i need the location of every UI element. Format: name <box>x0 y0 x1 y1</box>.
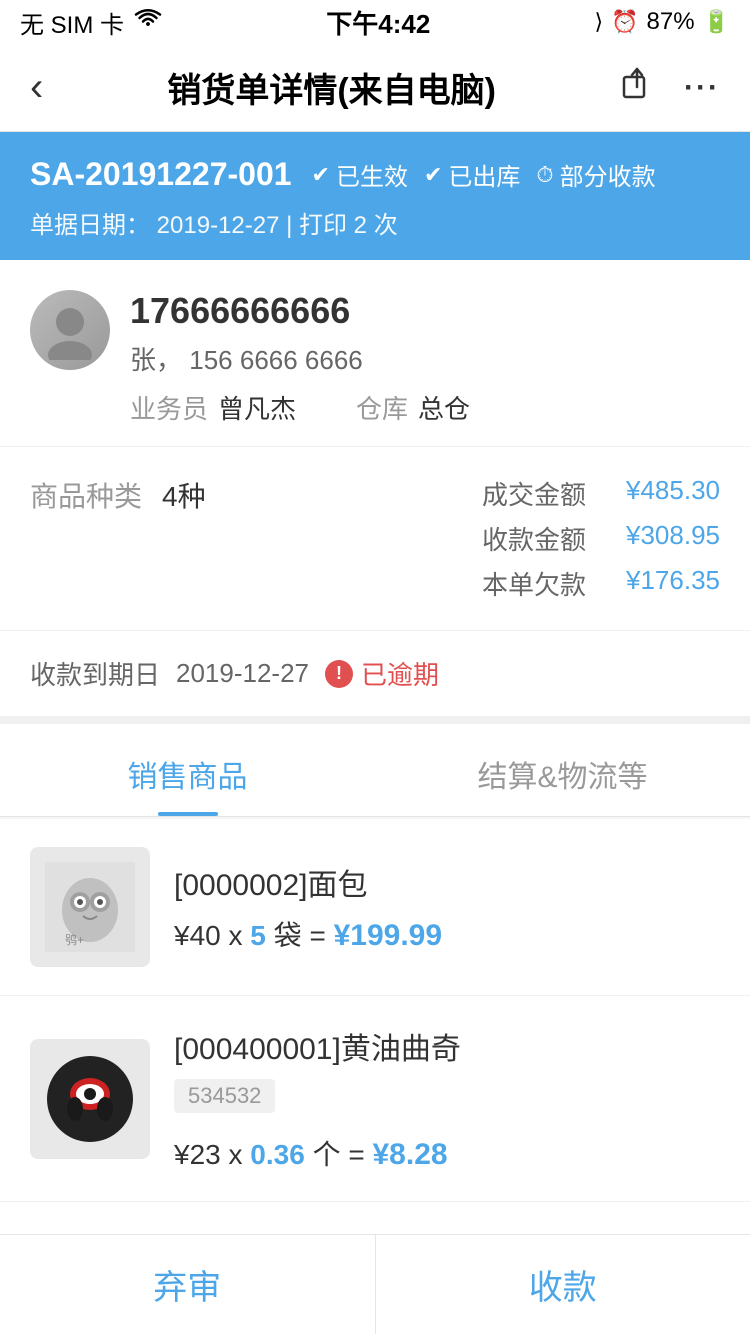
debt-label: 本单欠款 <box>482 565 586 602</box>
list-item: 鸮+ [0000002]面包 ¥40 x 5 袋 = ¥199.99 <box>0 819 750 996</box>
battery-text: 87% <box>647 8 695 36</box>
tab-products[interactable]: 销售商品 <box>0 724 375 816</box>
salesman-value: 曾凡杰 <box>218 389 296 426</box>
confirm-button[interactable]: 收款 <box>376 1235 750 1334</box>
status-bar: 无 SIM 卡 下午4:42 ⟩ ⏰ 87% 🔋 <box>0 0 750 44</box>
due-date: 2019-12-27 <box>176 658 309 689</box>
status-badges: ✔ 已生效 ✔ 已出库 ⏱ 部分收款 <box>312 157 656 192</box>
product-info-1: [0000002]面包 ¥40 x 5 袋 = ¥199.99 <box>174 860 720 954</box>
status-partial-payment: ⏱ 部分收款 <box>536 157 655 192</box>
print-info: | <box>286 212 299 239</box>
customer-section: 17666666666 张， 156 6666 6666 业务员 曾凡杰 仓库 … <box>0 260 750 447</box>
salesman-label: 业务员 <box>130 389 208 426</box>
page-title: 销货单详情(来自电脑) <box>167 63 496 112</box>
customer-avatar <box>30 290 110 370</box>
status-shipped: ✔ 已出库 <box>424 157 520 192</box>
types-count: 4种 <box>162 475 206 515</box>
salesman-meta: 业务员 曾凡杰 <box>130 389 296 426</box>
due-section: 收款到期日 2019-12-27 ! 已逾期 <box>0 631 750 724</box>
amount-label: 成交金额 <box>482 475 586 512</box>
order-id: SA-20191227-001 <box>30 156 292 193</box>
product-name-2: [000400001]黄油曲奇 <box>174 1024 720 1068</box>
due-label: 收款到期日 <box>30 655 160 692</box>
customer-meta: 业务员 曾凡杰 仓库 总仓 <box>130 389 720 426</box>
product-image-2 <box>30 1039 150 1159</box>
warehouse-value: 总仓 <box>418 389 470 426</box>
svg-text:鸮+: 鸮+ <box>65 932 84 947</box>
overdue-text: 已逾期 <box>361 655 439 692</box>
customer-id: 17666666666 <box>130 290 720 332</box>
stats-section: 商品种类 4种 成交金额 ¥485.30 收款金额 ¥308.95 本单欠款 ¥… <box>0 447 750 631</box>
product-qty-1: 5 <box>250 920 266 951</box>
stats-right: 成交金额 ¥485.30 收款金额 ¥308.95 本单欠款 ¥176.35 <box>482 475 720 602</box>
tabs-section: 销售商品 结算&物流等 <box>0 724 750 817</box>
sim-status: 无 SIM 卡 <box>20 5 124 40</box>
tab-settlement[interactable]: 结算&物流等 <box>375 724 750 816</box>
customer-name: 张 <box>130 345 156 375</box>
check-icon-1: ✔ <box>312 162 330 188</box>
location-icon: ⟩ <box>595 9 604 35</box>
product-image-1: 鸮+ <box>30 847 150 967</box>
order-date-row: 单据日期： 2019-12-27 | 打印 2 次 <box>30 205 720 240</box>
product-info-2: [000400001]黄油曲奇 534532 ¥23 x 0.36 个 = ¥8… <box>174 1024 720 1173</box>
product-price-2: ¥23 x 0.36 个 = ¥8.28 <box>174 1133 720 1173</box>
amount-row: 成交金额 ¥485.30 <box>482 475 720 512</box>
date-label: 单据日期： <box>30 212 150 239</box>
list-item: [000400001]黄油曲奇 534532 ¥23 x 0.36 个 = ¥8… <box>0 996 750 1202</box>
nav-icons: ··· <box>620 67 720 109</box>
wifi-icon <box>134 8 162 37</box>
back-button[interactable]: ‹ <box>30 65 43 110</box>
product-sku-2: 534532 <box>174 1079 275 1113</box>
cancel-button[interactable]: 弃审 <box>0 1235 376 1334</box>
customer-phone: 156 6666 6666 <box>189 345 363 375</box>
overdue-icon: ! <box>325 660 353 688</box>
stats-left: 商品种类 4种 <box>30 475 206 515</box>
status-effective: ✔ 已生效 <box>312 157 408 192</box>
status-left: 无 SIM 卡 <box>20 5 162 40</box>
share-icon[interactable] <box>620 67 654 109</box>
warehouse-meta: 仓库 总仓 <box>356 389 470 426</box>
product-price-1: ¥40 x 5 袋 = ¥199.99 <box>174 914 720 954</box>
customer-info: 17666666666 张， 156 6666 6666 业务员 曾凡杰 仓库 … <box>130 290 720 426</box>
clock-icon: ⏱ <box>536 162 553 188</box>
print-count: 打印 2 次 <box>299 212 398 239</box>
debt-row: 本单欠款 ¥176.35 <box>482 565 720 602</box>
alarm-icon: ⏰ <box>611 9 638 35</box>
received-value: ¥308.95 <box>626 520 720 557</box>
cookie-image-placeholder <box>30 1039 150 1159</box>
product-qty-2: 0.36 <box>250 1139 305 1170</box>
nav-bar: ‹ 销货单详情(来自电脑) ··· <box>0 44 750 132</box>
bottom-bar: 弃审 收款 <box>0 1234 750 1334</box>
battery-icon: 🔋 <box>703 9 730 35</box>
received-row: 收款金额 ¥308.95 <box>482 520 720 557</box>
order-header: SA-20191227-001 ✔ 已生效 ✔ 已出库 ⏱ 部分收款 单据日期：… <box>0 132 750 260</box>
status-time: 下午4:42 <box>326 4 430 41</box>
product-total-2: ¥8.28 <box>373 1138 448 1171</box>
debt-value: ¥176.35 <box>626 565 720 602</box>
status-right: ⟩ ⏰ 87% 🔋 <box>595 8 730 36</box>
warehouse-label: 仓库 <box>356 389 408 426</box>
more-icon[interactable]: ··· <box>684 71 720 105</box>
overdue-badge: ! 已逾期 <box>325 655 439 692</box>
types-label: 商品种类 <box>30 475 142 515</box>
bread-image-placeholder: 鸮+ <box>30 847 150 967</box>
received-label: 收款金额 <box>482 520 586 557</box>
order-date: 2019-12-27 <box>157 212 280 239</box>
product-total-1: ¥199.99 <box>334 919 442 952</box>
customer-contact: 张， 156 6666 6666 <box>130 340 720 377</box>
check-icon-2: ✔ <box>424 162 442 188</box>
product-name-1: [0000002]面包 <box>174 860 720 904</box>
amount-value: ¥485.30 <box>626 475 720 512</box>
